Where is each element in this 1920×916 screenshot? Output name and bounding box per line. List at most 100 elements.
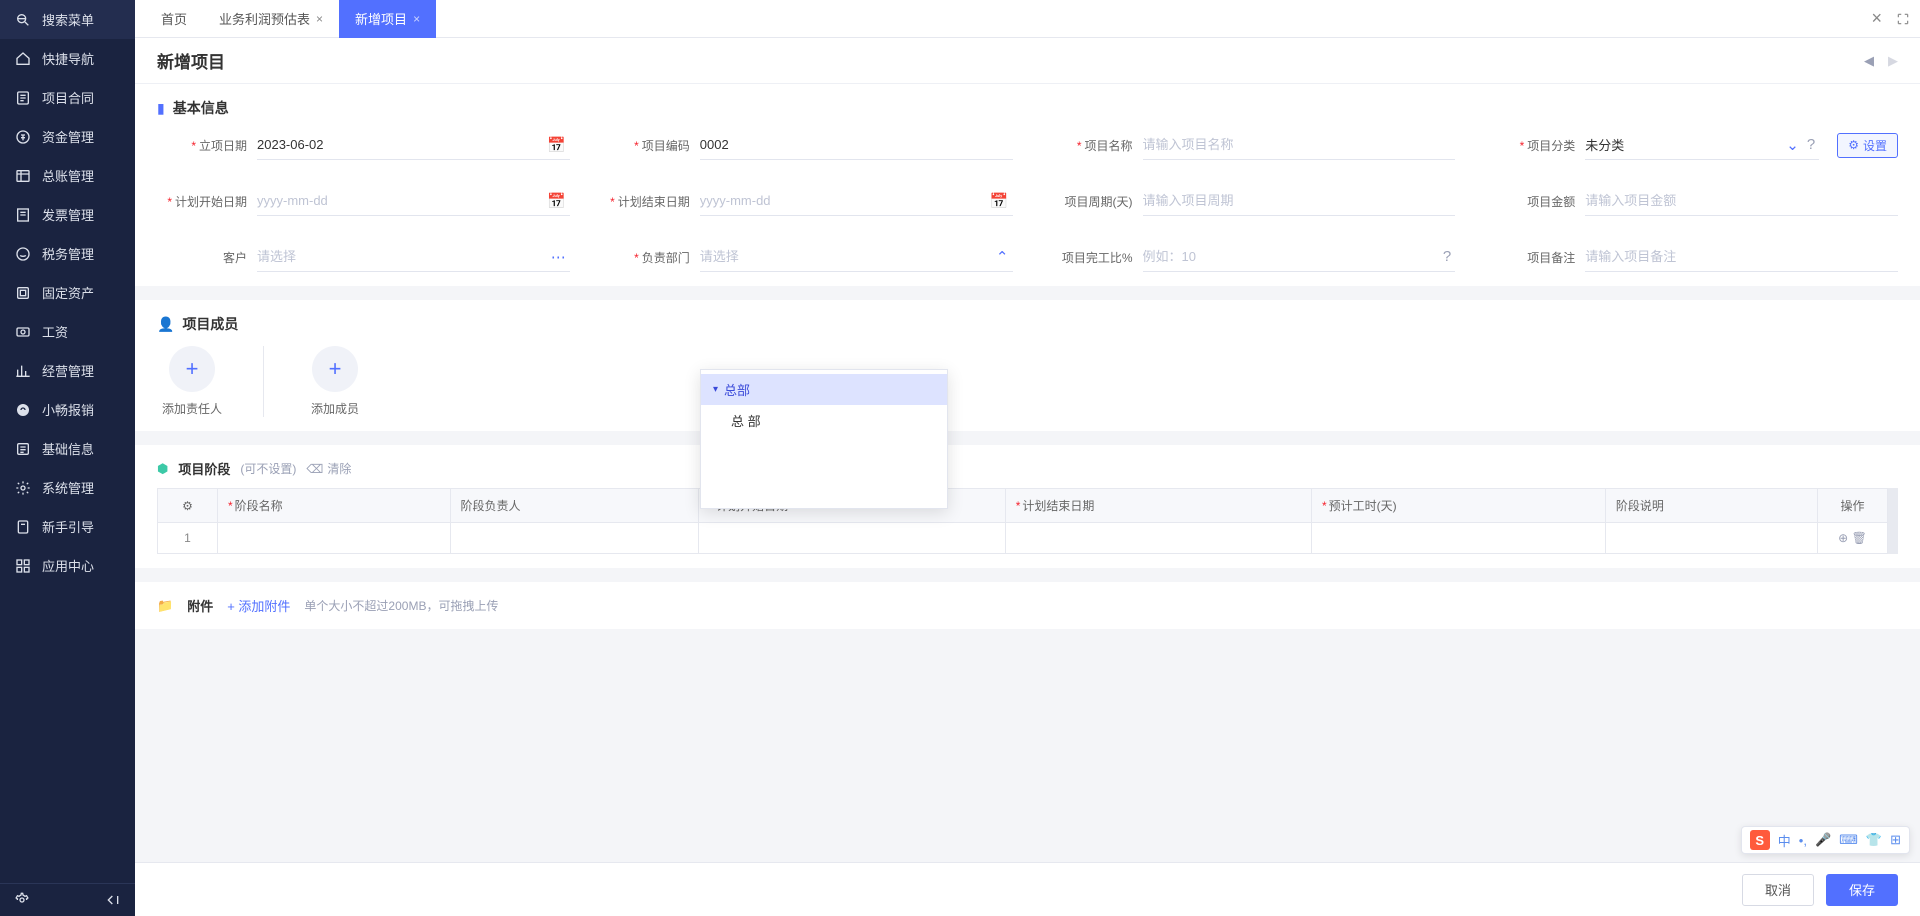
cell-hours[interactable] — [1311, 523, 1605, 554]
sidebar-item-salary[interactable]: 工资 — [0, 312, 135, 351]
ime-keyboard-icon[interactable]: ⌨ — [1839, 832, 1858, 848]
select-input[interactable] — [257, 249, 547, 264]
chevron-down-icon[interactable]: ⌄ — [1782, 136, 1803, 154]
tab-profit[interactable]: 业务利润预估表× — [203, 0, 339, 38]
cell-start[interactable] — [699, 523, 1005, 554]
add-member-button[interactable]: + — [312, 346, 358, 392]
add-row-icon[interactable]: ⊕ — [1838, 531, 1848, 545]
salary-icon — [14, 323, 32, 341]
select-input[interactable] — [700, 249, 992, 264]
ime-tools-icon[interactable]: ⊞ — [1890, 832, 1901, 848]
calendar-icon[interactable]: 📅 — [543, 192, 570, 210]
close-icon[interactable]: × — [413, 12, 420, 26]
cell-name[interactable] — [218, 523, 451, 554]
prev-icon[interactable]: ◀ — [1864, 53, 1874, 69]
add-attachment-link[interactable]: + 添加附件 — [227, 596, 290, 615]
date-input[interactable] — [257, 193, 543, 208]
sidebar-item-reimburse[interactable]: 小畅报销 — [0, 390, 135, 429]
input-plan-start[interactable]: 📅 — [257, 186, 570, 216]
ime-toolbar[interactable]: S 中 •, 🎤 ⌨ 👕 ⊞ — [1741, 826, 1910, 854]
sidebar-item-quicknav[interactable]: 快捷导航 — [0, 39, 135, 78]
sidebar-item-system[interactable]: 系统管理 — [0, 468, 135, 507]
select-category[interactable]: ⌄? — [1585, 130, 1819, 160]
col-gear[interactable]: ⚙ — [158, 489, 218, 523]
sidebar-item-fund[interactable]: 资金管理 — [0, 117, 135, 156]
input-amount[interactable] — [1585, 186, 1898, 216]
chevron-up-icon[interactable]: ⌃ — [992, 248, 1013, 266]
sidebar-item-tax[interactable]: 税务管理 — [0, 234, 135, 273]
add-label: 添加责任人 — [162, 400, 222, 417]
sidebar-item-guide[interactable]: 新手引导 — [0, 507, 135, 546]
label: 项目名称 — [1043, 137, 1133, 154]
text-input[interactable] — [1585, 193, 1898, 208]
input-name[interactable] — [1143, 130, 1456, 160]
select-department[interactable]: ⌃ — [700, 242, 1013, 272]
sidebar-item-label: 工资 — [42, 322, 68, 341]
tab-home[interactable]: 首页 — [145, 0, 203, 38]
input-plan-end[interactable]: 📅 — [700, 186, 1013, 216]
close-all-icon[interactable]: × — [1871, 8, 1882, 29]
input-lxdate[interactable]: 📅 — [257, 130, 570, 160]
text-input[interactable] — [1143, 193, 1456, 208]
help-icon[interactable]: ? — [1439, 248, 1455, 265]
input-done[interactable]: ? — [1143, 242, 1456, 272]
ime-mic-icon[interactable]: 🎤 — [1815, 832, 1831, 848]
attachment-hint: 单个大小不超过200MB，可拖拽上传 — [304, 597, 498, 614]
close-icon[interactable]: × — [316, 12, 323, 26]
input-remark[interactable] — [1585, 242, 1898, 272]
save-button[interactable]: 保存 — [1826, 874, 1898, 906]
stage-table: ⚙ *阶段名称 阶段负责人 *计划开始日期 *计划结束日期 *预计工时(天) 阶… — [157, 488, 1888, 554]
dropdown-option[interactable]: 总 部 — [701, 405, 947, 436]
cancel-button[interactable]: 取消 — [1742, 874, 1814, 906]
field-plan-end: 计划结束日期 📅 — [600, 186, 1013, 216]
row-number: 1 — [158, 523, 218, 554]
cell-end[interactable] — [1005, 523, 1311, 554]
sidebar-item-label: 系统管理 — [42, 478, 94, 497]
select-customer[interactable]: ⋯ — [257, 242, 570, 272]
text-input[interactable] — [1143, 249, 1439, 264]
sidebar-item-label: 税务管理 — [42, 244, 94, 263]
add-owner-button[interactable]: + — [169, 346, 215, 392]
text-input[interactable] — [1143, 137, 1456, 152]
home-icon — [14, 50, 32, 68]
text-input[interactable] — [700, 137, 1013, 152]
select-input[interactable] — [1585, 137, 1782, 152]
settings-icon[interactable] — [14, 892, 30, 908]
date-input[interactable] — [700, 193, 986, 208]
section-title-text: 项目成员 — [182, 314, 238, 334]
next-icon[interactable]: ▶ — [1888, 53, 1898, 69]
table-row[interactable]: 1 ⊕ 🗑 — [158, 523, 1888, 554]
dropdown-option[interactable]: ▾总部 — [701, 374, 947, 405]
text-input[interactable] — [1585, 249, 1898, 264]
cell-owner[interactable] — [450, 523, 699, 554]
calendar-icon[interactable]: 📅 — [543, 136, 570, 154]
section-title-text: 附件 — [187, 596, 213, 615]
sidebar-item-invoice[interactable]: 发票管理 — [0, 195, 135, 234]
help-icon[interactable]: ? — [1803, 136, 1819, 153]
calendar-icon[interactable]: 📅 — [986, 192, 1013, 210]
more-icon[interactable]: ⋯ — [547, 248, 570, 266]
date-input[interactable] — [257, 137, 543, 152]
ime-lang[interactable]: 中 — [1778, 831, 1791, 850]
collapse-icon[interactable] — [105, 892, 121, 908]
ime-punct-icon[interactable]: •, — [1799, 833, 1807, 848]
sidebar-item-label: 应用中心 — [42, 556, 94, 575]
fullscreen-icon[interactable] — [1896, 12, 1910, 26]
input-code[interactable] — [700, 130, 1013, 160]
cell-desc[interactable] — [1605, 523, 1817, 554]
sidebar-item-ledger[interactable]: 总账管理 — [0, 156, 135, 195]
tab-newproject[interactable]: 新增项目× — [339, 0, 436, 38]
clear-button[interactable]: ⌫清除 — [306, 460, 351, 477]
sidebar-item-asset[interactable]: 固定资产 — [0, 273, 135, 312]
ime-skin-icon[interactable]: 👕 — [1866, 832, 1882, 848]
delete-row-icon[interactable]: 🗑 — [1852, 531, 1867, 545]
sidebar-item-contract[interactable]: 项目合同 — [0, 78, 135, 117]
sidebar-item-ops[interactable]: 经营管理 — [0, 351, 135, 390]
invoice-icon — [14, 206, 32, 224]
sidebar-item-appcenter[interactable]: 应用中心 — [0, 546, 135, 585]
input-period[interactable] — [1143, 186, 1456, 216]
settings-button[interactable]: ⚙设置 — [1837, 133, 1898, 158]
sidebar-item-base[interactable]: 基础信息 — [0, 429, 135, 468]
sidebar-search[interactable]: 搜索菜单 — [0, 0, 135, 39]
table-scrollbar[interactable] — [1888, 488, 1898, 554]
